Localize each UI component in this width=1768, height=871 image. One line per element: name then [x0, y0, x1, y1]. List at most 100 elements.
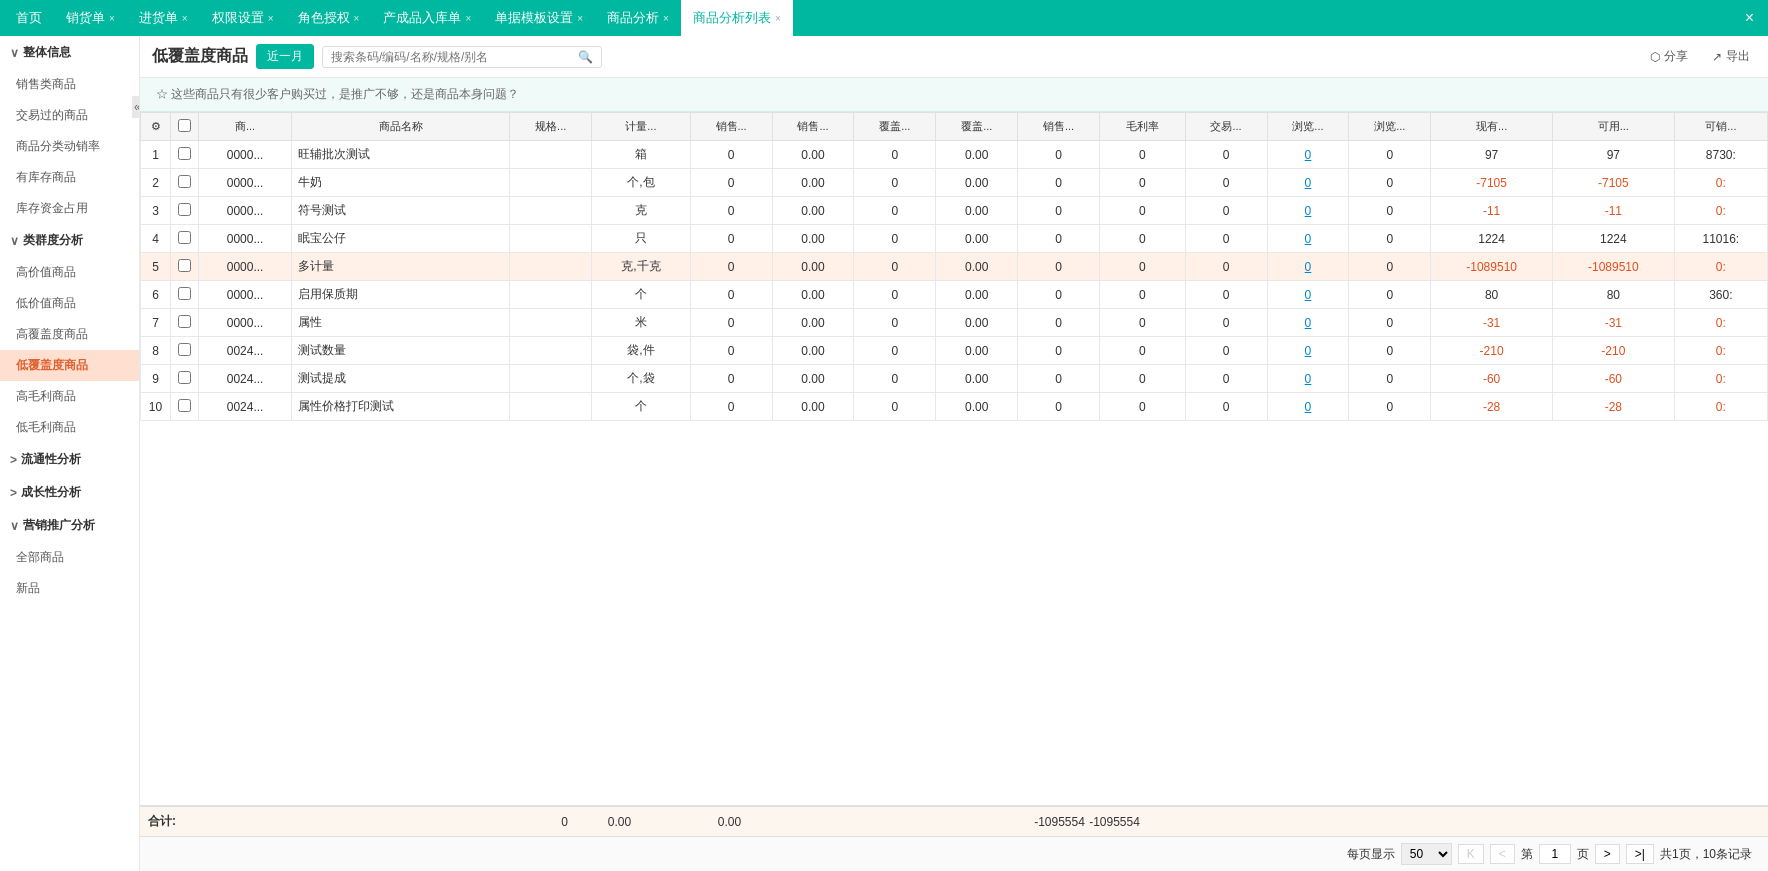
sidebar-section-growth[interactable]: > 成长性分析: [0, 476, 139, 509]
nav-sales-close[interactable]: ×: [109, 13, 115, 24]
table-row: 4 0000... 眠宝公仔 只 0 0.00 0 0.00 0 0 0 0 0…: [141, 225, 1768, 253]
cell-view1[interactable]: 0: [1267, 337, 1349, 365]
nav-permissions-close[interactable]: ×: [268, 13, 274, 24]
sidebar-collapse-btn[interactable]: «: [132, 96, 140, 118]
cell-coverage2: 0.00: [936, 281, 1018, 309]
sidebar-item-low-margin[interactable]: 低毛利商品: [0, 412, 139, 443]
nav-templates-close[interactable]: ×: [577, 13, 583, 24]
cell-check[interactable]: [171, 141, 199, 169]
share-label: 分享: [1664, 48, 1688, 65]
sidebar-item-traded-goods[interactable]: 交易过的商品: [0, 100, 139, 131]
cell-view1[interactable]: 0: [1267, 253, 1349, 281]
sidebar-item-low-coverage[interactable]: 低覆盖度商品: [0, 350, 139, 381]
sidebar-item-low-value[interactable]: 低价值商品: [0, 288, 139, 319]
cell-check[interactable]: [171, 337, 199, 365]
row-checkbox[interactable]: [178, 315, 191, 328]
nav-templates[interactable]: 单据模板设置 ×: [483, 0, 595, 36]
sidebar-item-category-rate[interactable]: 商品分类动销率: [0, 131, 139, 162]
cell-view1[interactable]: 0: [1267, 309, 1349, 337]
th-settings[interactable]: ⚙: [141, 113, 171, 141]
nav-permissions[interactable]: 权限设置 ×: [200, 0, 286, 36]
next-page-btn[interactable]: >: [1595, 844, 1620, 864]
sidebar-item-high-margin[interactable]: 高毛利商品: [0, 381, 139, 412]
row-checkbox[interactable]: [178, 371, 191, 384]
nav-analysis-list-close[interactable]: ×: [775, 13, 781, 24]
nav-roles[interactable]: 角色授权 ×: [286, 0, 372, 36]
cell-view2: 0: [1349, 365, 1431, 393]
row-checkbox[interactable]: [178, 203, 191, 216]
sidebar-section-overview[interactable]: ∨ 整体信息: [0, 36, 139, 69]
cell-coverage1: 0: [854, 169, 936, 197]
nav-products-close[interactable]: ×: [465, 13, 471, 24]
nav-purchase[interactable]: 进货单 ×: [127, 0, 200, 36]
cell-spec: [510, 253, 592, 281]
cell-check[interactable]: [171, 197, 199, 225]
row-checkbox[interactable]: [178, 147, 191, 160]
cell-view1[interactable]: 0: [1267, 393, 1349, 421]
sidebar-section-cluster[interactable]: ∨ 类群度分析: [0, 224, 139, 257]
cell-check[interactable]: [171, 225, 199, 253]
close-all-btn[interactable]: ×: [1735, 9, 1764, 27]
export-icon: ↗: [1712, 50, 1722, 64]
page-size-select[interactable]: 20 50 100 200: [1401, 843, 1452, 865]
sidebar-item-sales-goods[interactable]: 销售类商品: [0, 69, 139, 100]
row-checkbox[interactable]: [178, 287, 191, 300]
footer-name: [302, 815, 422, 829]
th-checkbox[interactable]: [171, 113, 199, 141]
cell-view2: 0: [1349, 225, 1431, 253]
first-page-btn[interactable]: K: [1458, 844, 1484, 864]
pagination-bar: 每页显示 20 50 100 200 K < 第 页 > >| 共1页，10条记…: [140, 836, 1768, 871]
cell-check[interactable]: [171, 393, 199, 421]
cell-trade: 0: [1185, 309, 1267, 337]
cell-gross-rate: 0: [1100, 365, 1186, 393]
row-checkbox[interactable]: [178, 399, 191, 412]
nav-analysis-list[interactable]: 商品分析列表 ×: [681, 0, 793, 36]
cell-view1[interactable]: 0: [1267, 197, 1349, 225]
cell-view1[interactable]: 0: [1267, 281, 1349, 309]
cell-coverage2: 0.00: [936, 253, 1018, 281]
cell-sellable: 360:: [1674, 281, 1767, 309]
sidebar-item-new-goods[interactable]: 新品: [0, 573, 139, 604]
cell-view1[interactable]: 0: [1267, 169, 1349, 197]
cell-view1[interactable]: 0: [1267, 225, 1349, 253]
table-row: 3 0000... 符号测试 克 0 0.00 0 0.00 0 0 0 0 0…: [141, 197, 1768, 225]
page-number-input[interactable]: [1539, 844, 1571, 864]
row-checkbox[interactable]: [178, 259, 191, 272]
cell-check[interactable]: [171, 281, 199, 309]
nav-products[interactable]: 产成品入库单 ×: [371, 0, 483, 36]
share-btn[interactable]: ⬡ 分享: [1644, 45, 1694, 68]
nav-purchase-close[interactable]: ×: [182, 13, 188, 24]
cell-sale-gross: 0: [1018, 281, 1100, 309]
export-btn[interactable]: ↗ 导出: [1706, 45, 1756, 68]
search-input[interactable]: [331, 50, 574, 64]
nav-analysis-close[interactable]: ×: [663, 13, 669, 24]
cell-gross-rate: 0: [1100, 169, 1186, 197]
nav-sales[interactable]: 销货单 ×: [54, 0, 127, 36]
nav-roles-close[interactable]: ×: [354, 13, 360, 24]
row-checkbox[interactable]: [178, 343, 191, 356]
sidebar-section-marketing[interactable]: ∨ 营销推广分析: [0, 509, 139, 542]
sidebar-item-stock-capital[interactable]: 库存资金占用: [0, 193, 139, 224]
sidebar-item-high-coverage[interactable]: 高覆盖度商品: [0, 319, 139, 350]
cell-gross-rate: 0: [1100, 141, 1186, 169]
sidebar-item-stock-goods[interactable]: 有库存商品: [0, 162, 139, 193]
cell-check[interactable]: [171, 365, 199, 393]
section-liquidity-arrow: >: [10, 453, 17, 467]
row-checkbox[interactable]: [178, 231, 191, 244]
prev-page-btn[interactable]: <: [1490, 844, 1515, 864]
row-checkbox[interactable]: [178, 175, 191, 188]
sidebar-item-all-goods[interactable]: 全部商品: [0, 542, 139, 573]
cell-check[interactable]: [171, 169, 199, 197]
nav-analysis[interactable]: 商品分析 ×: [595, 0, 681, 36]
filter-recent-month-btn[interactable]: 近一月: [256, 44, 314, 69]
last-page-btn[interactable]: >|: [1626, 844, 1654, 864]
select-all-checkbox[interactable]: [178, 119, 191, 132]
cell-check[interactable]: [171, 309, 199, 337]
nav-home[interactable]: 首页: [4, 0, 54, 36]
cell-check[interactable]: [171, 253, 199, 281]
cell-view1[interactable]: 0: [1267, 141, 1349, 169]
table-container[interactable]: ⚙ 商... 商品名称 规格... 计量... 销售... 销售... 覆盖..…: [140, 112, 1768, 805]
sidebar-item-high-value[interactable]: 高价值商品: [0, 257, 139, 288]
cell-view1[interactable]: 0: [1267, 365, 1349, 393]
sidebar-section-liquidity[interactable]: > 流通性分析: [0, 443, 139, 476]
